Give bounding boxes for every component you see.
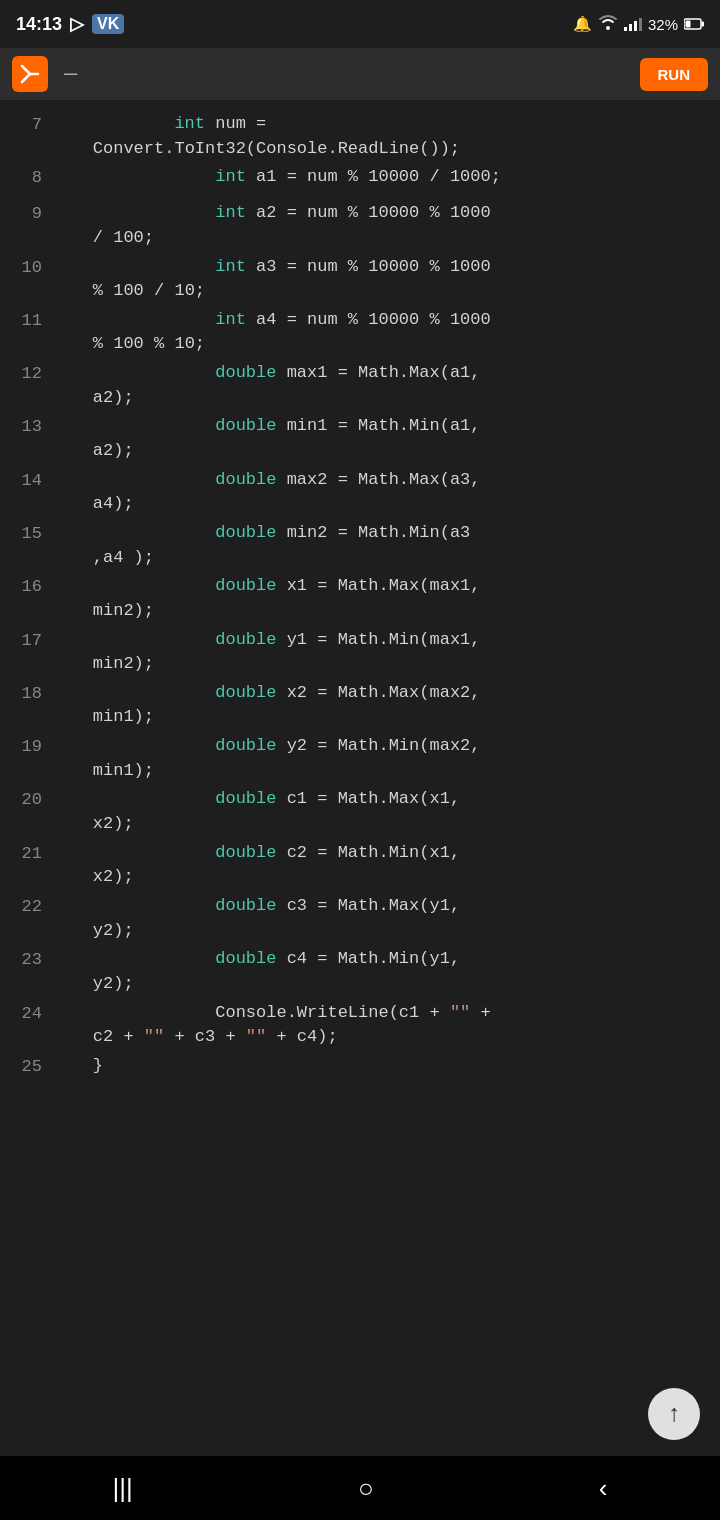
code-line: 24 Console.WriteLine(c1 + "" + c2 + "" +… [0,999,720,1052]
run-button[interactable]: RUN [640,58,709,91]
code-text: double c4 = Math.Min(y1, y2); [52,947,720,996]
line-number: 10 [0,255,52,277]
line-number: 12 [0,361,52,383]
battery-percent: 32% [648,16,678,33]
wifi-icon [598,14,618,34]
code-text: double x2 = Math.Max(max2, min1); [52,681,720,730]
code-text: int a4 = num % 10000 % 1000 % 100 % 10; [52,308,720,357]
code-line: 13 double min1 = Math.Min(a1, a2); [0,412,720,465]
line-number: 23 [0,947,52,969]
code-line: 12 double max1 = Math.Max(a1, a2); [0,359,720,412]
code-text: double min1 = Math.Min(a1, a2); [52,414,720,463]
code-line: 15 double min2 = Math.Min(a3 ,a4 ); [0,519,720,572]
line-number: 22 [0,894,52,916]
line-number: 14 [0,468,52,490]
code-text: double c1 = Math.Max(x1, x2); [52,787,720,836]
line-number: 18 [0,681,52,703]
line-number: 25 [0,1054,52,1076]
code-line: 8 int a1 = num % 10000 / 1000; [0,163,720,199]
nav-home-button[interactable]: ○ [358,1473,374,1504]
code-line: 22 double c3 = Math.Max(y1, y2); [0,892,720,945]
code-line: 17 double y1 = Math.Min(max1, min2); [0,626,720,679]
code-line: 10 int a3 = num % 10000 % 1000 % 100 / 1… [0,253,720,306]
code-text: int a2 = num % 10000 % 1000 / 100; [52,201,720,250]
code-text: double min2 = Math.Min(a3 ,a4 ); [52,521,720,570]
code-line: 7 int num = Convert.ToInt32(Console.Read… [0,110,720,163]
alarm-icon: 🔔 [573,15,592,33]
code-line: 25 } [0,1052,720,1088]
code-line: 14 double max2 = Math.Max(a3, a4); [0,466,720,519]
code-line: 21 double c2 = Math.Min(x1, x2); [0,839,720,892]
line-number: 8 [0,165,52,187]
code-text: double max2 = Math.Max(a3, a4); [52,468,720,517]
line-number: 24 [0,1001,52,1023]
status-bar: 14:13 ▷ VK 🔔 32% [0,0,720,48]
code-container: 7 int num = Convert.ToInt32(Console.Read… [0,100,720,1098]
code-text: double c3 = Math.Max(y1, y2); [52,894,720,943]
line-number: 9 [0,201,52,223]
scroll-top-button[interactable]: ↑ [648,1388,700,1440]
line-number: 7 [0,112,52,134]
line-number: 16 [0,574,52,596]
code-line: 9 int a2 = num % 10000 % 1000 / 100; [0,199,720,252]
status-right: 🔔 32% [573,14,704,34]
nav-back-button[interactable]: ‹ [599,1473,608,1504]
code-text: int a3 = num % 10000 % 1000 % 100 / 10; [52,255,720,304]
vk-icon: VK [92,14,124,34]
nav-menu-button[interactable]: ||| [113,1473,133,1504]
bottom-nav: ||| ○ ‹ [0,1456,720,1520]
app-icon [12,56,48,92]
battery-icon [684,16,704,33]
line-number: 11 [0,308,52,330]
code-text: double y2 = Math.Min(max2, min1); [52,734,720,783]
code-line: 19 double y2 = Math.Min(max2, min1); [0,732,720,785]
line-number: 19 [0,734,52,756]
code-text: } [52,1054,720,1079]
line-number: 20 [0,787,52,809]
code-line: 16 double x1 = Math.Max(max1, min2); [0,572,720,625]
signal-icon [624,15,642,34]
svg-rect-2 [686,20,691,27]
app-bar-left: — [12,56,81,92]
line-number: 17 [0,628,52,650]
app-bar: — RUN [0,48,720,100]
status-left: 14:13 ▷ VK [16,13,124,35]
code-line: 20 double c1 = Math.Max(x1, x2); [0,785,720,838]
code-text: double x1 = Math.Max(max1, min2); [52,574,720,623]
svg-rect-1 [702,21,705,26]
line-number: 21 [0,841,52,863]
status-time: 14:13 [16,14,62,35]
code-text: int num = Convert.ToInt32(Console.ReadLi… [52,112,720,161]
code-line: 18 double x2 = Math.Max(max2, min1); [0,679,720,732]
code-line: 23 double c4 = Math.Min(y1, y2); [0,945,720,998]
code-line: 11 int a4 = num % 10000 % 1000 % 100 % 1… [0,306,720,359]
code-text: Console.WriteLine(c1 + "" + c2 + "" + c3… [52,1001,720,1050]
line-number: 15 [0,521,52,543]
code-text: double c2 = Math.Min(x1, x2); [52,841,720,890]
line-number: 13 [0,414,52,436]
hamburger-icon[interactable]: — [60,58,81,91]
navigation-icon: ▷ [70,13,84,35]
code-text: int a1 = num % 10000 / 1000; [52,165,720,190]
code-text: double y1 = Math.Min(max1, min2); [52,628,720,677]
code-text: double max1 = Math.Max(a1, a2); [52,361,720,410]
